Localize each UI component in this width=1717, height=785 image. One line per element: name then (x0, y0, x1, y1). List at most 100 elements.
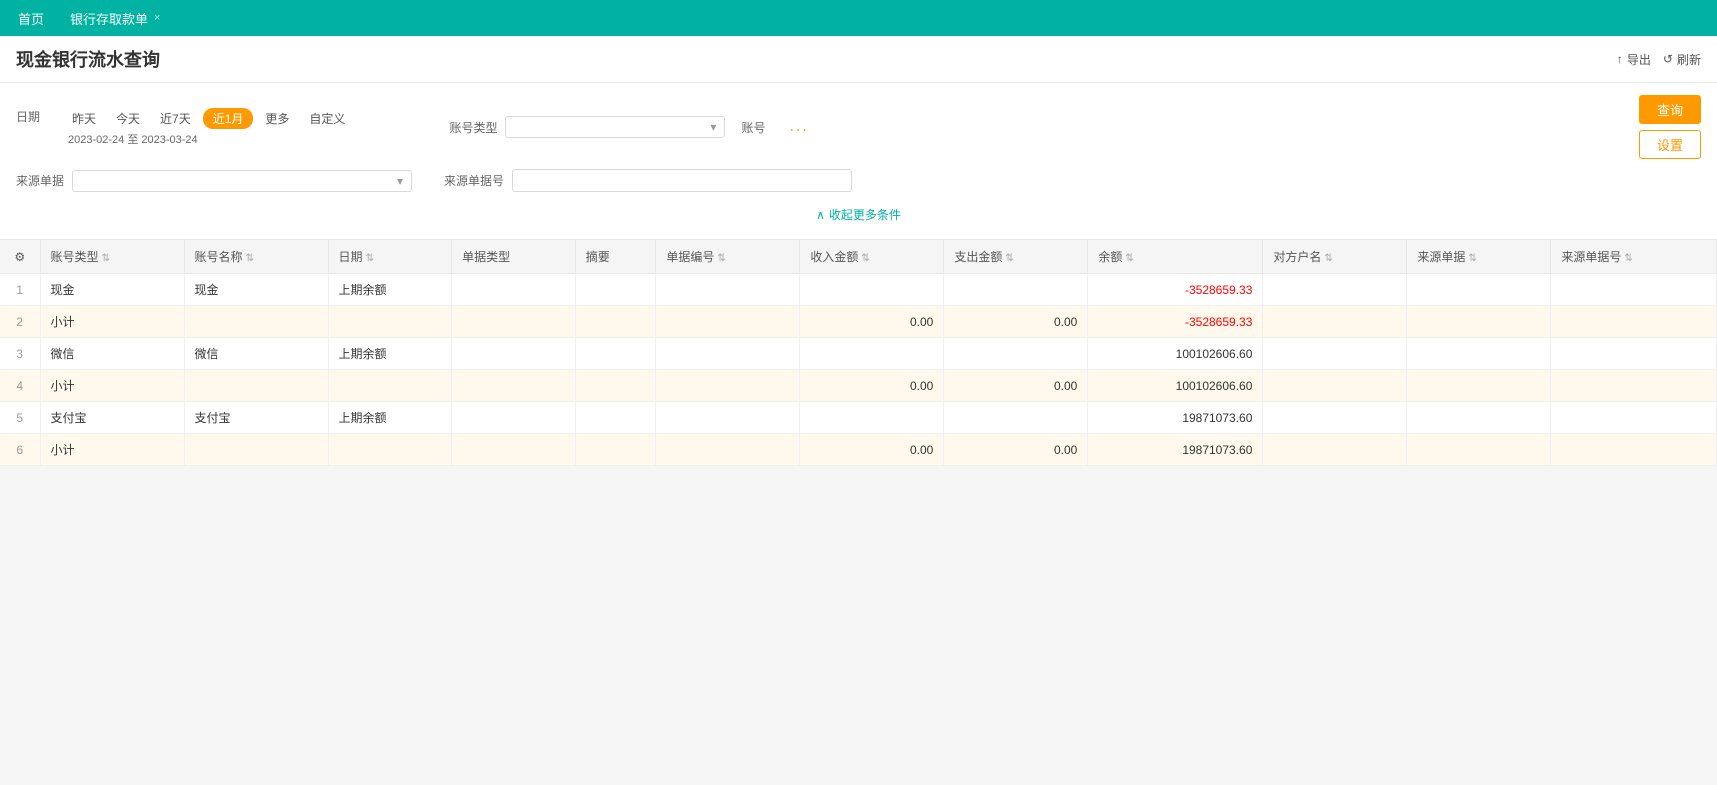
source-doc-group: 来源单据 ▾ (16, 170, 412, 192)
query-button[interactable]: 查询 (1639, 95, 1701, 124)
table-row: 2小计0.000.00-3528659.33 (0, 306, 1717, 338)
cell-source_doc_no (1551, 306, 1717, 338)
col-header-source_doc[interactable]: 来源单据⇅ (1407, 240, 1551, 274)
cell-date: 上期余额 (328, 274, 452, 306)
col-header-expense[interactable]: 支出金额⇅ (944, 240, 1088, 274)
date-option-昨天[interactable]: 昨天 (64, 108, 104, 129)
cell-counterpart (1263, 402, 1407, 434)
filter-area: 日期 昨天今天近7天近1月更多自定义 2023-02-24 至 2023-03-… (0, 83, 1717, 240)
sort-icon: ⇅ (1324, 253, 1332, 264)
refresh-button[interactable]: ↺ 刷新 (1663, 51, 1701, 68)
date-options-container: 昨天今天近7天近1月更多自定义 2023-02-24 至 2023-03-24 (64, 108, 353, 147)
cell-account_type: 小计 (40, 306, 184, 338)
sort-icon: ⇅ (1468, 253, 1476, 264)
chevron-down-icon-2: ▾ (397, 174, 403, 188)
cell-balance: 100102606.60 (1088, 338, 1263, 370)
cell-income: 0.00 (800, 370, 944, 402)
export-button[interactable]: ↑ 导出 (1617, 51, 1651, 68)
date-option-自定义[interactable]: 自定义 (301, 108, 353, 129)
export-icon: ↑ (1617, 52, 1623, 66)
cell-counterpart (1263, 274, 1407, 306)
collapse-label: 收起更多条件 (829, 206, 901, 223)
cell-income: 0.00 (800, 306, 944, 338)
cell-source_doc (1407, 434, 1551, 466)
settings-button[interactable]: 设置 (1639, 130, 1701, 159)
date-filter-group: 日期 昨天今天近7天近1月更多自定义 2023-02-24 至 2023-03-… (16, 108, 353, 147)
cell-source_doc_no (1551, 274, 1717, 306)
account-type-select[interactable]: ▾ (505, 116, 725, 138)
cell-counterpart (1263, 306, 1407, 338)
col-header-income[interactable]: 收入金额⇅ (800, 240, 944, 274)
account-type-group: 账号类型 ▾ (449, 116, 725, 138)
date-option-更多[interactable]: 更多 (257, 108, 297, 129)
cell-source_doc (1407, 338, 1551, 370)
cell-doc_no (656, 434, 800, 466)
cell-account_type: 微信 (40, 338, 184, 370)
date-option-今天[interactable]: 今天 (108, 108, 148, 129)
cell-doc_type (452, 274, 576, 306)
table-row: 1现金现金上期余额-3528659.33 (0, 274, 1717, 306)
cell-source_doc_no (1551, 338, 1717, 370)
col-header-account_name[interactable]: 账号名称⇅ (184, 240, 328, 274)
source-doc-select[interactable]: ▾ (72, 170, 412, 192)
source-doc-no-input[interactable] (512, 169, 852, 192)
cell-doc_no (656, 338, 800, 370)
close-icon[interactable]: × (154, 12, 160, 24)
nav-tab-银行存取款单[interactable]: 银行存取款单× (58, 0, 198, 36)
cell-balance: 19871073.60 (1088, 434, 1263, 466)
export-label: 导出 (1627, 51, 1651, 68)
cell-date (328, 370, 452, 402)
filter-row-1: 日期 昨天今天近7天近1月更多自定义 2023-02-24 至 2023-03-… (16, 95, 1701, 159)
cell-doc_no (656, 402, 800, 434)
cell-account_name (184, 306, 328, 338)
cell-account_name (184, 370, 328, 402)
col-header-doc_no[interactable]: 单据编号⇅ (656, 240, 800, 274)
col-header-counterpart[interactable]: 对方户名⇅ (1263, 240, 1407, 274)
source-doc-label: 来源单据 (16, 172, 64, 189)
cell-summary (575, 402, 656, 434)
cell-account_name: 支付宝 (184, 402, 328, 434)
table-row: 6小计0.000.0019871073.60 (0, 434, 1717, 466)
cell-doc_type (452, 338, 576, 370)
page-title: 现金银行流水查询 (16, 46, 160, 72)
table-row: 4小计0.000.00100102606.60 (0, 370, 1717, 402)
cell-account_type: 现金 (40, 274, 184, 306)
cell-source_doc (1407, 402, 1551, 434)
cell-balance: -3528659.33 (1088, 274, 1263, 306)
top-navigation: 首页 收款单×付款单×其他收入单×应收应付调整单×银行存取款单×预收冲应收单×收… (0, 0, 1717, 36)
col-header-account_type[interactable]: 账号类型⇅ (40, 240, 184, 274)
date-options-row: 昨天今天近7天近1月更多自定义 (64, 108, 353, 129)
account-dots-button[interactable]: ... (789, 118, 808, 136)
cell-source_doc (1407, 274, 1551, 306)
date-option-近7天[interactable]: 近7天 (152, 108, 199, 129)
cell-income (800, 338, 944, 370)
col-header-date[interactable]: 日期⇅ (328, 240, 452, 274)
cell-income: 0.00 (800, 434, 944, 466)
source-doc-no-label: 来源单据号 (444, 172, 504, 189)
cell-balance: -3528659.33 (1088, 306, 1263, 338)
col-header-balance[interactable]: 余额⇅ (1088, 240, 1263, 274)
date-option-近1月[interactable]: 近1月 (203, 108, 254, 129)
col-header-source_doc_no[interactable]: 来源单据号⇅ (1551, 240, 1717, 274)
sort-icon: ⇅ (366, 253, 374, 264)
account-label: 账号 (741, 119, 781, 136)
cell-summary (575, 338, 656, 370)
sort-icon: ⇅ (861, 253, 869, 264)
collapse-bar[interactable]: ∧ 收起更多条件 (16, 202, 1701, 227)
nav-home[interactable]: 首页 (4, 0, 58, 36)
cell-account_type: 支付宝 (40, 402, 184, 434)
gear-column-header[interactable]: ⚙ (0, 240, 40, 274)
cell-summary (575, 434, 656, 466)
cell-account_name: 现金 (184, 274, 328, 306)
collapse-icon: ∧ (816, 208, 825, 222)
cell-date (328, 306, 452, 338)
cell-expense: 0.00 (944, 306, 1088, 338)
cell-source_doc (1407, 306, 1551, 338)
cell-counterpart (1263, 370, 1407, 402)
cell-account_type: 小计 (40, 370, 184, 402)
sort-icon: ⇅ (1125, 253, 1133, 264)
sort-icon: ⇅ (102, 253, 110, 264)
sort-icon: ⇅ (1005, 253, 1013, 264)
table-head: ⚙账号类型⇅账号名称⇅日期⇅单据类型摘要单据编号⇅收入金额⇅支出金额⇅余额⇅对方… (0, 240, 1717, 274)
cell-date: 上期余额 (328, 402, 452, 434)
